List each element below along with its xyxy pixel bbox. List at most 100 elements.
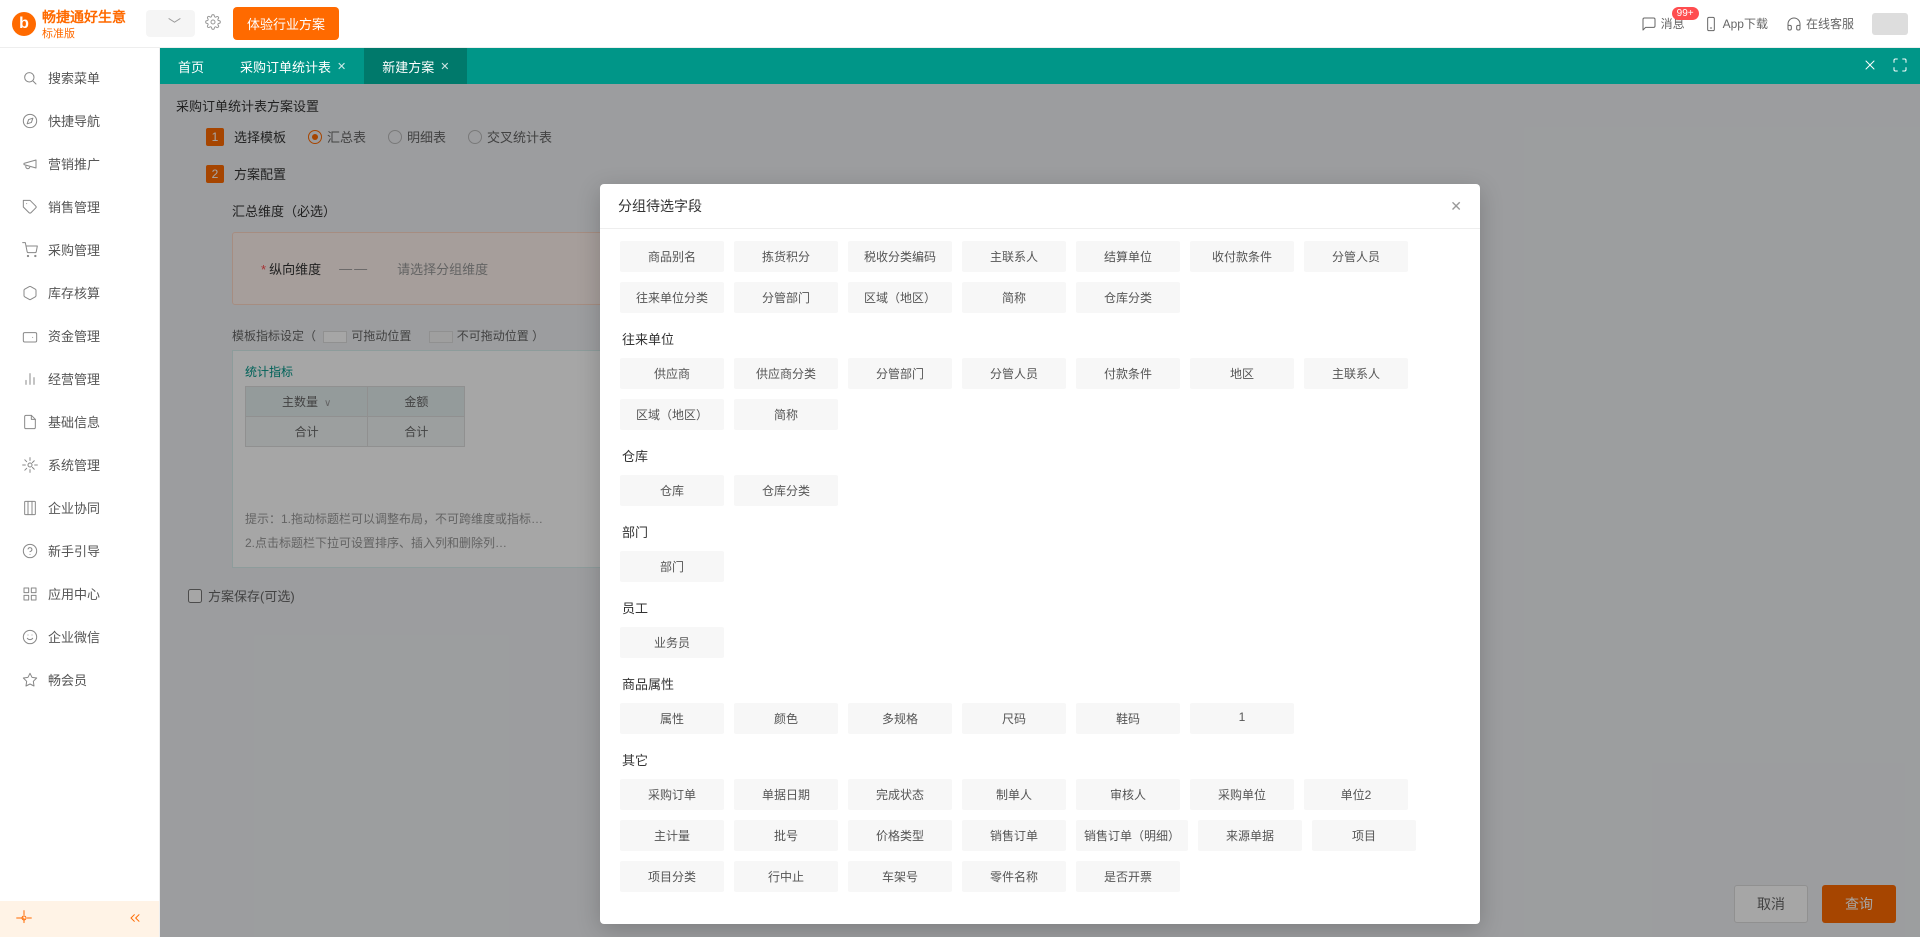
field-chip[interactable]: 1 <box>1190 703 1294 734</box>
field-chip[interactable]: 销售订单（明细） <box>1076 820 1188 851</box>
field-chip[interactable]: 往来单位分类 <box>620 282 724 313</box>
headset-icon <box>1786 16 1802 32</box>
field-chip[interactable]: 仓库分类 <box>734 475 838 506</box>
sidebar-item-0[interactable]: 搜索菜单 <box>0 56 159 99</box>
field-chip[interactable]: 分管人员 <box>962 358 1066 389</box>
app-download-link[interactable]: App下载 <box>1703 15 1768 32</box>
close-icon[interactable]: ✕ <box>440 60 449 73</box>
close-all-icon[interactable] <box>1862 57 1878 76</box>
sidebar-item-11[interactable]: 新手引导 <box>0 529 159 572</box>
online-service-link[interactable]: 在线客服 <box>1786 15 1854 32</box>
field-chip[interactable]: 简称 <box>962 282 1066 313</box>
modal-close-button[interactable]: ✕ <box>1450 198 1462 215</box>
sidebar-item-7[interactable]: 经营管理 <box>0 357 159 400</box>
field-chip[interactable]: 仓库分类 <box>1076 282 1180 313</box>
sidebar-item-6[interactable]: 资金管理 <box>0 314 159 357</box>
field-chip[interactable]: 单据日期 <box>734 779 838 810</box>
field-chip[interactable]: 税收分类编码 <box>848 241 952 272</box>
sidebar-item-label: 系统管理 <box>48 455 100 474</box>
sidebar-item-9[interactable]: 系统管理 <box>0 443 159 486</box>
field-chip[interactable]: 主计量 <box>620 820 724 851</box>
sidebar-item-12[interactable]: 应用中心 <box>0 572 159 615</box>
gear-icon[interactable] <box>205 14 221 33</box>
field-chip[interactable]: 批号 <box>734 820 838 851</box>
field-chip[interactable]: 付款条件 <box>1076 358 1180 389</box>
field-chip[interactable]: 项目分类 <box>620 861 724 892</box>
field-chip[interactable]: 是否开票 <box>1076 861 1180 892</box>
field-chip[interactable]: 分管人员 <box>1304 241 1408 272</box>
sidebar-item-3[interactable]: 销售管理 <box>0 185 159 228</box>
sidebar-item-5[interactable]: 库存核算 <box>0 271 159 314</box>
field-chip[interactable]: 主联系人 <box>1304 358 1408 389</box>
field-chip[interactable]: 供应商分类 <box>734 358 838 389</box>
field-chip[interactable]: 收付款条件 <box>1190 241 1294 272</box>
field-chip[interactable]: 零件名称 <box>962 861 1066 892</box>
tab-purchase-stats[interactable]: 采购订单统计表✕ <box>222 48 364 84</box>
field-chip[interactable]: 采购订单 <box>620 779 724 810</box>
sidebar-item-10[interactable]: 企业协同 <box>0 486 159 529</box>
field-chip[interactable]: 鞋码 <box>1076 703 1180 734</box>
field-chip[interactable]: 拣货积分 <box>734 241 838 272</box>
tab-new-plan[interactable]: 新建方案✕ <box>364 48 467 84</box>
field-chip[interactable]: 地区 <box>1190 358 1294 389</box>
sidebar-item-14[interactable]: 畅会员 <box>0 658 159 701</box>
field-chip[interactable]: 分管部门 <box>734 282 838 313</box>
sidebar-item-label: 经营管理 <box>48 369 100 388</box>
field-chip[interactable]: 采购单位 <box>1190 779 1294 810</box>
field-chip[interactable]: 制单人 <box>962 779 1066 810</box>
app-header: b 畅捷通好生意 标准版 ﹀ 体验行业方案 消息 99+ App下载 <box>0 0 1920 48</box>
field-chip[interactable]: 商品别名 <box>620 241 724 272</box>
field-chip[interactable]: 行中止 <box>734 861 838 892</box>
field-chip[interactable]: 业务员 <box>620 627 724 658</box>
sidebar-item-label: 库存核算 <box>48 283 100 302</box>
sidebar-item-1[interactable]: 快捷导航 <box>0 99 159 142</box>
field-chip[interactable]: 车架号 <box>848 861 952 892</box>
org-selector[interactable]: ﹀ <box>146 10 195 37</box>
try-industry-button[interactable]: 体验行业方案 <box>233 7 339 40</box>
sidebar: 搜索菜单快捷导航营销推广销售管理采购管理库存核算资金管理经营管理基础信息系统管理… <box>0 48 160 937</box>
messages-link[interactable]: 消息 99+ <box>1641 15 1685 32</box>
field-chip[interactable]: 属性 <box>620 703 724 734</box>
modal-horizontal-scrollbar[interactable] <box>610 904 1470 916</box>
field-chip[interactable]: 部门 <box>620 551 724 582</box>
field-chip[interactable]: 项目 <box>1312 820 1416 851</box>
field-chip[interactable]: 结算单位 <box>1076 241 1180 272</box>
field-chip[interactable]: 简称 <box>734 399 838 430</box>
field-chip[interactable]: 供应商 <box>620 358 724 389</box>
collapse-icon[interactable] <box>127 910 143 929</box>
field-chip[interactable]: 区域（地区） <box>620 399 724 430</box>
sidebar-item-2[interactable]: 营销推广 <box>0 142 159 185</box>
expand-icon[interactable] <box>1892 57 1908 76</box>
sidebar-item-4[interactable]: 采购管理 <box>0 228 159 271</box>
close-icon[interactable]: ✕ <box>337 60 346 73</box>
tag-icon <box>22 199 38 215</box>
field-chip[interactable]: 仓库 <box>620 475 724 506</box>
sidebar-item-13[interactable]: 企业微信 <box>0 615 159 658</box>
field-picker-modal: 分组待选字段 ✕ 商品别名拣货积分税收分类编码主联系人结算单位收付款条件分管人员… <box>600 184 1480 924</box>
sidebar-item-8[interactable]: 基础信息 <box>0 400 159 443</box>
search-icon <box>22 70 38 86</box>
field-chip[interactable]: 来源单据 <box>1198 820 1302 851</box>
brand-main: 畅捷通好生意 <box>42 7 126 27</box>
field-chip[interactable]: 尺码 <box>962 703 1066 734</box>
sidebar-item-label: 畅会员 <box>48 670 87 689</box>
field-chip[interactable]: 销售订单 <box>962 820 1066 851</box>
vip-icon <box>22 672 38 688</box>
field-chip[interactable]: 区域（地区） <box>848 282 952 313</box>
field-chip[interactable]: 主联系人 <box>962 241 1066 272</box>
tab-home[interactable]: 首页 <box>160 48 222 84</box>
field-chip[interactable]: 分管部门 <box>848 358 952 389</box>
field-chip[interactable]: 颜色 <box>734 703 838 734</box>
wallet-icon <box>22 328 38 344</box>
field-chip[interactable]: 完成状态 <box>848 779 952 810</box>
building-icon <box>22 500 38 516</box>
field-chip[interactable]: 价格类型 <box>848 820 952 851</box>
user-avatar[interactable] <box>1872 13 1908 35</box>
field-chip[interactable]: 单位2 <box>1304 779 1408 810</box>
cart-icon <box>22 242 38 258</box>
sidebar-item-label: 应用中心 <box>48 584 100 603</box>
field-chip[interactable]: 多规格 <box>848 703 952 734</box>
settings-icon[interactable] <box>16 910 32 929</box>
field-chip[interactable]: 审核人 <box>1076 779 1180 810</box>
logo-icon: b <box>12 12 36 36</box>
